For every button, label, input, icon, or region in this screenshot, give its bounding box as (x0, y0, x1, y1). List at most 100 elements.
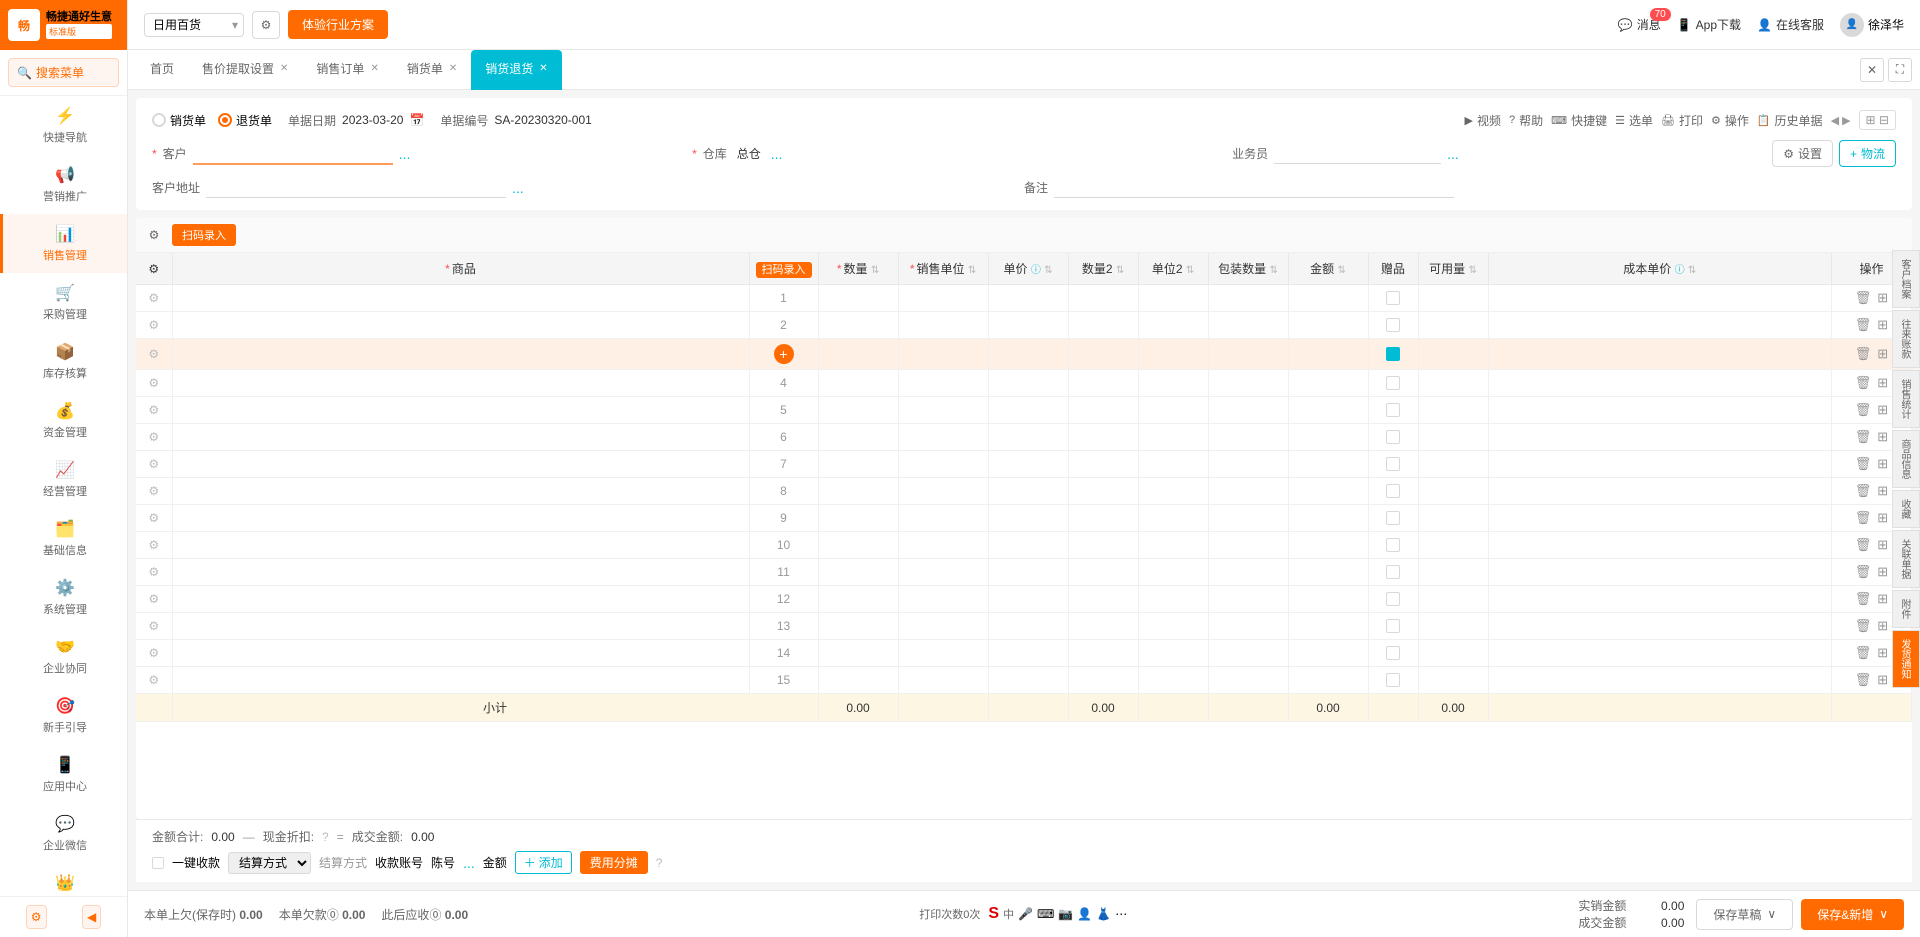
row-unit2[interactable] (1138, 613, 1208, 640)
row-price[interactable] (988, 532, 1068, 559)
row-amount[interactable] (1288, 312, 1368, 339)
row-cost-price[interactable] (1488, 397, 1831, 424)
row-price[interactable] (988, 667, 1068, 694)
sidebar-item-member[interactable]: 👑 畅会员 (0, 863, 127, 896)
delete-icon[interactable]: 🗑 (1855, 672, 1872, 688)
row-sales-unit[interactable] (898, 339, 988, 370)
gift-checkbox[interactable] (1386, 403, 1400, 417)
row-qty2[interactable] (1068, 478, 1138, 505)
row-sales-unit[interactable] (898, 285, 988, 312)
delete-icon[interactable]: 🗑 (1855, 645, 1872, 661)
row-gift[interactable] (1368, 667, 1418, 694)
row-pack-qty[interactable] (1208, 559, 1288, 586)
tab-home[interactable]: 首页 (136, 50, 188, 90)
row-amount[interactable] (1288, 451, 1368, 478)
row-gift[interactable] (1368, 505, 1418, 532)
copy-icon[interactable]: ⊞ (1877, 317, 1888, 333)
row-pack-qty[interactable] (1208, 613, 1288, 640)
sidebar-item-quick-nav[interactable]: ⚡ 快捷导航 (0, 96, 127, 155)
expand-button[interactable]: ⛶ (1888, 58, 1912, 82)
row-cost-price[interactable] (1488, 478, 1831, 505)
sidebar-item-inventory[interactable]: 📦 库存核算 (0, 332, 127, 391)
row-qty[interactable] (818, 532, 898, 559)
warehouse-select-dots[interactable]: ... (771, 146, 783, 162)
row-sales-unit[interactable] (898, 532, 988, 559)
row-unit2[interactable] (1138, 667, 1208, 694)
row-gift[interactable] (1368, 339, 1418, 370)
row-price[interactable] (988, 312, 1068, 339)
print-action[interactable]: 🖨 打印 (1661, 112, 1703, 129)
row-product[interactable] (172, 339, 749, 370)
row-settings[interactable]: ⚙ (136, 312, 172, 339)
row-settings[interactable]: ⚙ (136, 586, 172, 613)
row-price[interactable] (988, 451, 1068, 478)
view-toggle[interactable]: ⊞ ⊟ (1859, 110, 1896, 130)
row-unit2[interactable] (1138, 640, 1208, 667)
right-btn-attachment[interactable]: 附件 (1892, 590, 1920, 628)
delete-icon[interactable]: 🗑 (1855, 564, 1872, 580)
row-available[interactable] (1418, 451, 1488, 478)
row-amount[interactable] (1288, 478, 1368, 505)
row-sales-unit[interactable] (898, 478, 988, 505)
gift-checkbox[interactable] (1386, 457, 1400, 471)
gift-checkbox[interactable] (1386, 484, 1400, 498)
row-pack-qty[interactable] (1208, 397, 1288, 424)
close-icon[interactable]: ✕ (370, 63, 378, 74)
row-amount[interactable] (1288, 397, 1368, 424)
right-btn-related[interactable]: 关联单据 (1892, 530, 1920, 588)
row-cost-price[interactable] (1488, 667, 1831, 694)
sidebar-item-purchase[interactable]: 🛒 采购管理 (0, 273, 127, 332)
row-qty[interactable] (818, 339, 898, 370)
row-amount[interactable] (1288, 339, 1368, 370)
row-settings[interactable]: ⚙ (136, 559, 172, 586)
calc-method-select[interactable]: 结算方式 (228, 852, 311, 874)
address-input[interactable] (206, 177, 506, 198)
row-gift[interactable] (1368, 424, 1418, 451)
gift-checkbox[interactable] (1386, 430, 1400, 444)
row-gift[interactable] (1368, 370, 1418, 397)
row-sales-unit[interactable] (898, 397, 988, 424)
online-service-link[interactable]: 👤 在线客服 (1757, 16, 1824, 33)
sidebar-item-enterprise[interactable]: 🤝 企业协同 (0, 627, 127, 686)
row-pack-qty[interactable] (1208, 586, 1288, 613)
copy-icon[interactable]: ⊞ (1877, 645, 1888, 661)
copy-icon[interactable]: ⊞ (1877, 510, 1888, 526)
row-settings[interactable]: ⚙ (136, 285, 172, 312)
row-amount[interactable] (1288, 285, 1368, 312)
row-price[interactable] (988, 559, 1068, 586)
tab-return[interactable]: 销货退货 ✕ (471, 50, 561, 90)
row-cost-price[interactable] (1488, 559, 1831, 586)
row-pack-qty[interactable] (1208, 339, 1288, 370)
row-amount[interactable] (1288, 559, 1368, 586)
row-amount[interactable] (1288, 424, 1368, 451)
row-qty[interactable] (818, 424, 898, 451)
row-cost-price[interactable] (1488, 370, 1831, 397)
row-available[interactable] (1418, 397, 1488, 424)
help-action[interactable]: ? 帮助 (1509, 112, 1543, 129)
select-action[interactable]: ☰ 选单 (1615, 112, 1653, 129)
message-button[interactable]: 💬 消息 70 (1618, 16, 1661, 33)
delete-icon[interactable]: 🗑 (1855, 375, 1872, 391)
row-available[interactable] (1418, 667, 1488, 694)
topbar-settings-icon[interactable]: ⚙ (252, 11, 280, 39)
row-unit2[interactable] (1138, 478, 1208, 505)
row-sales-unit[interactable] (898, 424, 988, 451)
right-btn-favorite[interactable]: 收藏 (1892, 490, 1920, 528)
delete-icon[interactable]: 🗑 (1855, 456, 1872, 472)
delete-icon[interactable]: 🗑 (1855, 429, 1872, 445)
row-pack-qty[interactable] (1208, 640, 1288, 667)
row-qty[interactable] (818, 312, 898, 339)
delete-icon[interactable]: 🗑 (1855, 591, 1872, 607)
row-sales-unit[interactable] (898, 505, 988, 532)
gift-checkbox[interactable] (1386, 673, 1400, 687)
sidebar-item-guide[interactable]: 🎯 新手引导 (0, 686, 127, 745)
row-cost-price[interactable] (1488, 451, 1831, 478)
row-amount[interactable] (1288, 505, 1368, 532)
row-qty2[interactable] (1068, 667, 1138, 694)
row-qty[interactable] (818, 640, 898, 667)
row-settings[interactable]: ⚙ (136, 424, 172, 451)
sidebar-item-sales[interactable]: 📊 销售管理 (0, 214, 127, 273)
row-settings[interactable]: ⚙ (136, 532, 172, 559)
tab-sales-order[interactable]: 销售订单 ✕ (302, 50, 392, 90)
row-unit2[interactable] (1138, 532, 1208, 559)
